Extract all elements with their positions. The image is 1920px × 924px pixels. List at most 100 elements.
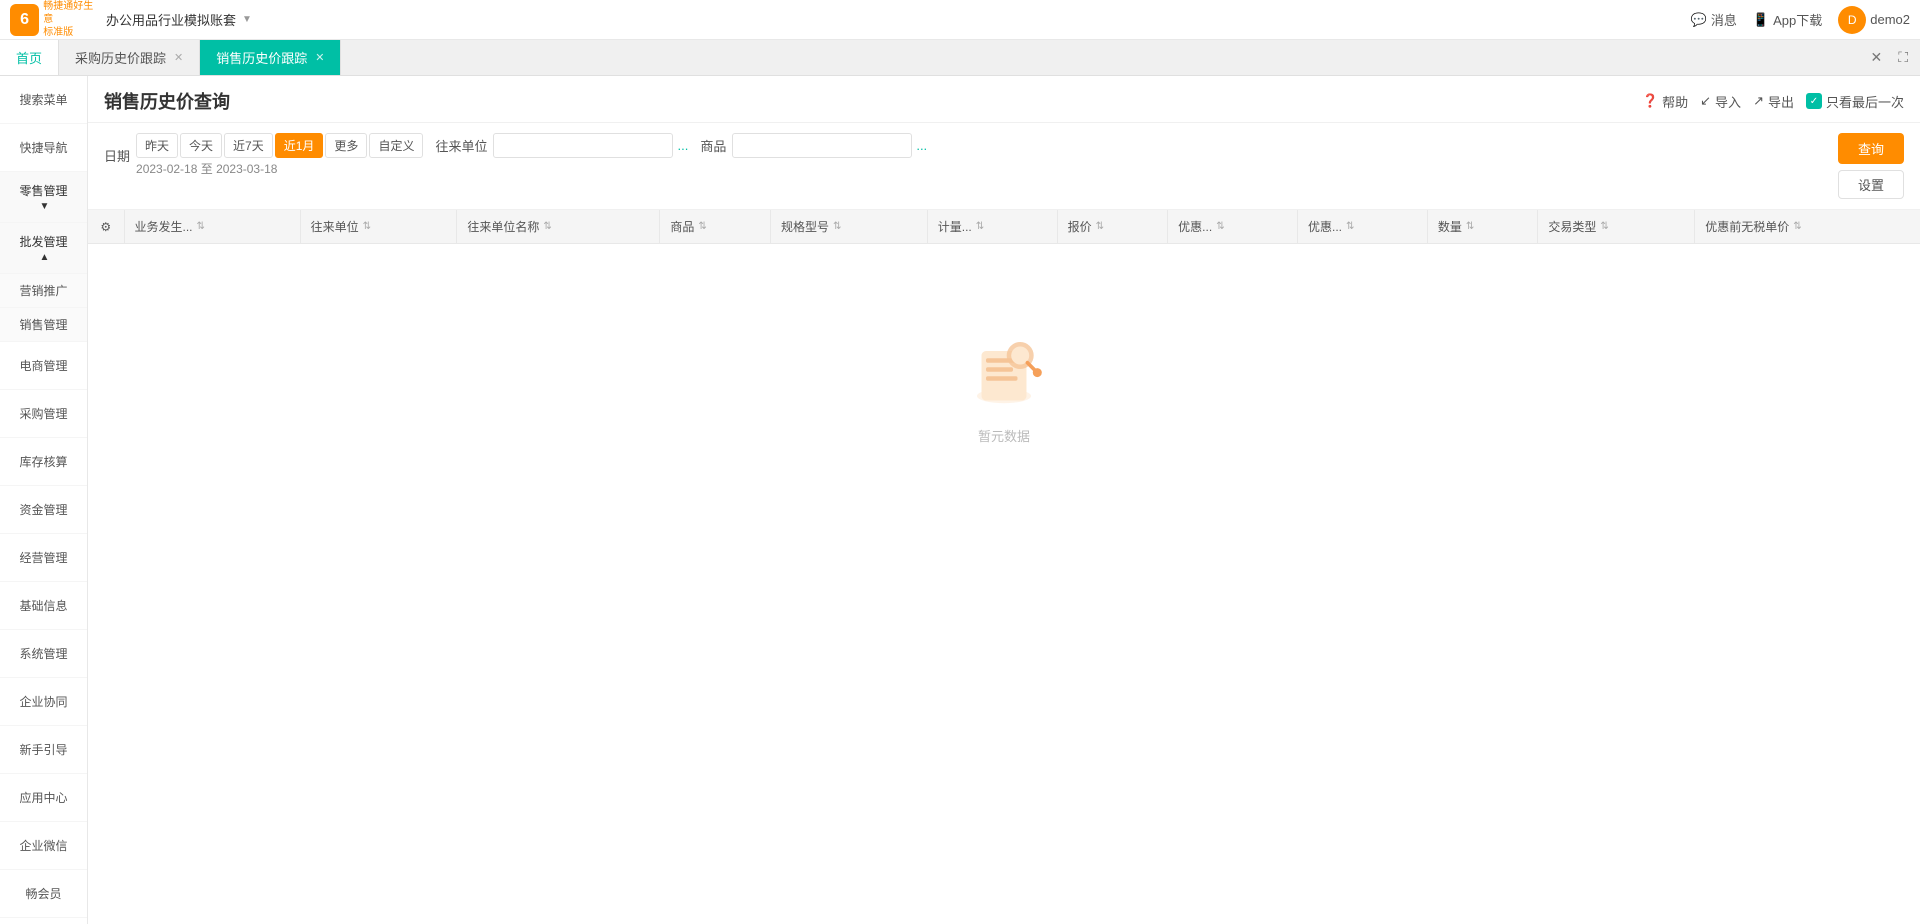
date-buttons: 昨天 今天 近7天 近1月 更多 自定义 xyxy=(136,133,423,158)
sidebar-item-finance-mgmt[interactable]: 资金管理 xyxy=(0,486,87,534)
tab-home[interactable]: 首页 xyxy=(0,40,59,75)
product-filter-label: 商品 xyxy=(700,136,726,155)
header-right: 💬 消息 📱 App下载 D demo2 xyxy=(1691,6,1910,34)
sort-icon: ⇅ xyxy=(1216,221,1224,232)
empty-illustration xyxy=(959,324,1049,414)
sort-icon: ⇅ xyxy=(543,221,551,232)
sort-icon: ⇅ xyxy=(1600,221,1608,232)
table-col-spec[interactable]: 规格型号 ⇅ xyxy=(770,210,927,244)
export-btn[interactable]: ↗ 导出 xyxy=(1753,92,1794,111)
retail-mgmt-label: 零售管理 xyxy=(19,182,67,199)
sidebar-item-app-center[interactable]: 应用中心 xyxy=(0,774,87,822)
main-layout: 搜索菜单 快捷导航 零售管理 ▼ 批发管理 ▲ 营销推广 销售管理 电商管理 采… xyxy=(0,76,1920,924)
user-menu[interactable]: D demo2 xyxy=(1838,6,1910,34)
content-area: 销售历史价查询 ❓ 帮助 ↙ 导入 ↗ 导出 ✓ 只看最后一次 xyxy=(88,76,1920,924)
expand-btn[interactable]: ⛶ xyxy=(1894,47,1912,68)
help-btn[interactable]: ❓ 帮助 xyxy=(1642,92,1688,111)
tab-purchase-history[interactable]: 采购历史价跟踪 ✕ xyxy=(59,40,200,75)
tab-home-label: 首页 xyxy=(16,48,42,67)
only-last-checkbox[interactable]: ✓ xyxy=(1806,93,1822,109)
app-download-btn[interactable]: 📱 App下载 xyxy=(1753,10,1822,29)
tab-bar: 首页 采购历史价跟踪 ✕ 销售历史价跟踪 ✕ ✕ ⛶ xyxy=(0,40,1920,76)
filter-area: 日期 昨天 今天 近7天 近1月 更多 自定义 2023-02-18 至 202… xyxy=(88,123,1920,210)
date-btn-more[interactable]: 更多 xyxy=(325,133,367,158)
partner-filter-label: 往来单位 xyxy=(435,136,487,155)
table-col-product[interactable]: 商品 ⇅ xyxy=(660,210,771,244)
empty-text: 暂元数据 xyxy=(978,426,1030,445)
import-btn[interactable]: ↙ 导入 xyxy=(1700,92,1741,111)
sidebar-item-search-menu[interactable]: 搜索菜单 xyxy=(0,76,87,124)
filter-row: 日期 昨天 今天 近7天 近1月 更多 自定义 2023-02-18 至 202… xyxy=(104,133,1904,199)
sidebar-item-new-guide[interactable]: 新手引导 xyxy=(0,726,87,774)
table-header-row: ⚙ 业务发生... ⇅ 往来单位 ⇅ xyxy=(88,210,1920,244)
table-col-unit[interactable]: 计量... ⇅ xyxy=(927,210,1057,244)
help-icon: ❓ xyxy=(1642,93,1658,109)
company-dropdown[interactable]: 办公用品行业模拟账套 ▼ xyxy=(98,6,260,33)
sidebar-item-basic-info[interactable]: 基础信息 xyxy=(0,582,87,630)
query-button[interactable]: 查询 xyxy=(1838,133,1904,164)
date-btn-yesterday[interactable]: 昨天 xyxy=(136,133,178,158)
table-col-quantity[interactable]: 数量 ⇅ xyxy=(1427,210,1538,244)
date-range-display: 2023-02-18 至 2023-03-18 xyxy=(136,160,423,177)
quick-nav-label: 快捷导航 xyxy=(19,139,67,156)
settings-button[interactable]: 设置 xyxy=(1838,170,1904,199)
wholesale-mgmt-label: 批发管理 xyxy=(19,233,67,250)
partner-ellipsis-btn[interactable]: ... xyxy=(677,138,688,153)
table-col-discount2[interactable]: 优惠... ⇅ xyxy=(1298,210,1428,244)
close-all-tabs-btn[interactable]: ✕ xyxy=(1866,47,1886,68)
table-col-gear[interactable]: ⚙ xyxy=(88,210,124,244)
sort-icon: ⇅ xyxy=(1346,221,1354,232)
download-icon: 📱 xyxy=(1753,12,1769,28)
sidebar-item-retail-mgmt[interactable]: 零售管理 ▼ xyxy=(0,172,87,223)
tab-bar-right: ✕ ⛶ xyxy=(1858,40,1920,75)
top-header: 6 畅捷通好生意 标准版 办公用品行业模拟账套 ▼ 💬 消息 📱 App下载 D… xyxy=(0,0,1920,40)
sidebar-item-marketing[interactable]: 营销推广 xyxy=(0,274,87,308)
sort-icon: ⇅ xyxy=(1466,221,1474,232)
product-input-wrap: ... xyxy=(732,133,927,158)
tab-sales-history-close[interactable]: ✕ xyxy=(315,51,324,64)
only-last-checkbox-label[interactable]: ✓ 只看最后一次 xyxy=(1806,92,1904,111)
date-btn-custom[interactable]: 自定义 xyxy=(369,133,423,158)
chevron-up-icon: ▲ xyxy=(40,252,50,263)
table-col-biz-date[interactable]: 业务发生... ⇅ xyxy=(124,210,300,244)
product-input[interactable] xyxy=(732,133,912,158)
tab-sales-history[interactable]: 销售历史价跟踪 ✕ xyxy=(200,40,341,75)
table-col-partner-name[interactable]: 往来单位名称 ⇅ xyxy=(457,210,660,244)
gear-icon[interactable]: ⚙ xyxy=(100,220,111,234)
sidebar-item-system-mgmt[interactable]: 系统管理 xyxy=(0,630,87,678)
message-btn[interactable]: 💬 消息 xyxy=(1691,10,1737,29)
table-col-discount1[interactable]: 优惠... ⇅ xyxy=(1168,210,1298,244)
sort-icon: ⇅ xyxy=(698,221,706,232)
table-col-pre-tax-price[interactable]: 优惠前无税单价 ⇅ xyxy=(1695,210,1920,244)
sidebar-item-sales-mgmt[interactable]: 销售管理 xyxy=(0,308,87,342)
date-filter-group: 日期 昨天 今天 近7天 近1月 更多 自定义 2023-02-18 至 202… xyxy=(104,133,423,177)
date-filter-label: 日期 xyxy=(104,146,130,165)
sidebar-item-operations-mgmt[interactable]: 经营管理 xyxy=(0,534,87,582)
import-icon: ↙ xyxy=(1700,93,1711,109)
table-col-quote[interactable]: 报价 ⇅ xyxy=(1057,210,1168,244)
data-table: ⚙ 业务发生... ⇅ 往来单位 ⇅ xyxy=(88,210,1920,244)
sidebar-item-enterprise-collab[interactable]: 企业协同 xyxy=(0,678,87,726)
table-col-trade-type[interactable]: 交易类型 ⇅ xyxy=(1538,210,1695,244)
tab-purchase-history-close[interactable]: ✕ xyxy=(174,51,183,64)
partner-input[interactable] xyxy=(493,133,673,158)
sidebar-item-membership[interactable]: 畅会员 xyxy=(0,870,87,918)
date-btn-last1month[interactable]: 近1月 xyxy=(275,133,324,158)
partner-filter-group: 往来单位 ... xyxy=(435,133,688,158)
date-btn-today[interactable]: 今天 xyxy=(180,133,222,158)
search-menu-label: 搜索菜单 xyxy=(19,91,67,108)
page-actions: ❓ 帮助 ↙ 导入 ↗ 导出 ✓ 只看最后一次 xyxy=(1642,92,1904,111)
sidebar-item-inventory-check[interactable]: 库存核算 xyxy=(0,438,87,486)
sidebar-item-enterprise-wechat[interactable]: 企业微信 xyxy=(0,822,87,870)
sort-icon: ⇅ xyxy=(363,221,371,232)
chevron-down-icon: ▼ xyxy=(242,14,252,25)
product-ellipsis-btn[interactable]: ... xyxy=(916,138,927,153)
table-col-partner-code[interactable]: 往来单位 ⇅ xyxy=(300,210,457,244)
sidebar-item-ecommerce-mgmt[interactable]: 电商管理 xyxy=(0,342,87,390)
sidebar-item-purchase-mgmt[interactable]: 采购管理 xyxy=(0,390,87,438)
sidebar-item-wholesale-mgmt[interactable]: 批发管理 ▲ xyxy=(0,223,87,274)
date-btn-last7[interactable]: 近7天 xyxy=(224,133,273,158)
sidebar-item-quick-nav[interactable]: 快捷导航 xyxy=(0,124,87,172)
product-filter-group: 商品 ... xyxy=(700,133,927,158)
app-logo-text: 畅捷通好生意 标准版 xyxy=(43,0,98,39)
